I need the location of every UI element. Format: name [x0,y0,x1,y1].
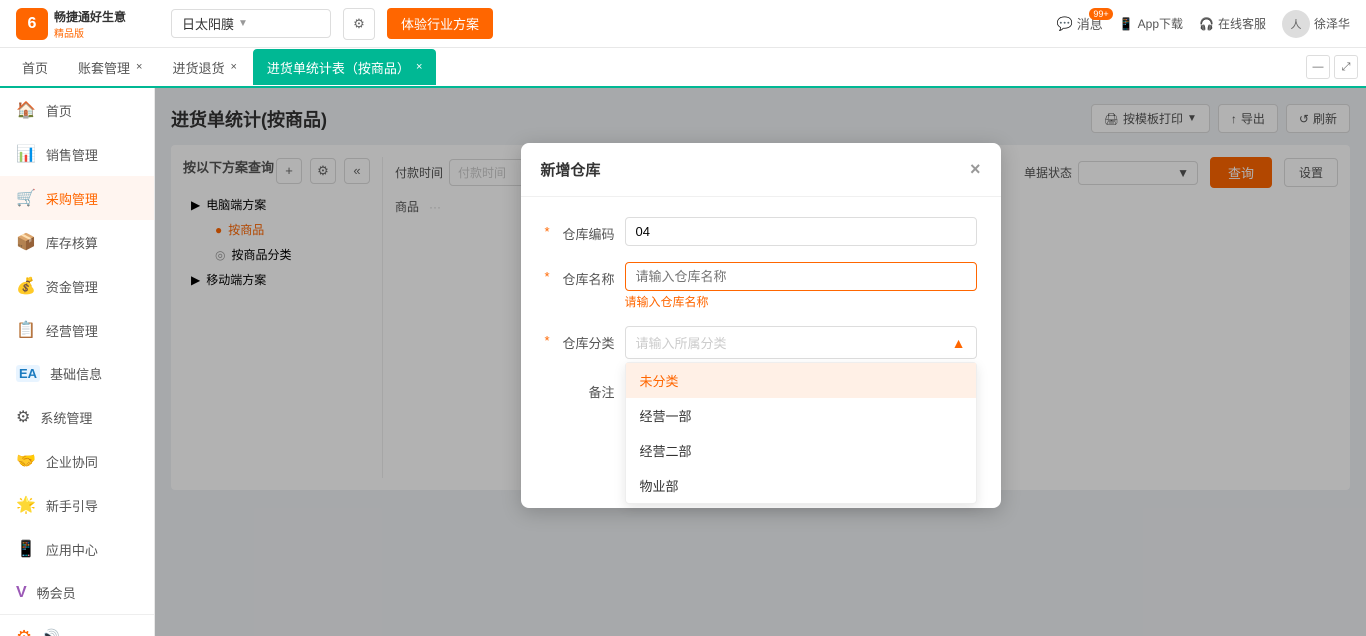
online-service-button[interactable]: 🎧 在线客服 [1199,15,1266,32]
apps-icon: 📱 [16,539,36,559]
name-error-msg: 请输入仓库名称 [625,293,977,310]
expand-tabs-button[interactable]: ⤢ [1334,55,1358,79]
top-actions: ⚙ 体验行业方案 [343,8,493,40]
sidebar-item-apps[interactable]: 📱 应用中心 [0,527,154,571]
dropdown-item-dept3[interactable]: 物业部 [626,468,976,503]
mobile-icon: 📱 [1119,17,1134,31]
purchase-icon: 🛒 [16,188,36,208]
sidebar-item-inventory[interactable]: 📦 库存核算 [0,220,154,264]
logo-text: 畅捷通好生意 精品版 [54,8,126,40]
sidebar-item-operations[interactable]: 📋 经营管理 [0,308,154,352]
sidebar-item-guide[interactable]: 🌟 新手引导 [0,483,154,527]
tab-close-icon[interactable]: × [230,61,236,73]
main-layout: 🏠 首页 📊 销售管理 🛒 采购管理 📦 库存核算 💰 资金管理 📋 经营管理 … [0,88,1366,636]
tab-purchase-return[interactable]: 进货退货 × [158,49,250,85]
sidebar-bottom: ⚙ 🔊 [0,614,154,636]
vip-icon: V [16,584,27,602]
notifications-button[interactable]: 💬 消息 99+ [1057,14,1103,33]
top-bar: 6 畅捷通好生意 精品版 日太阳膜 ▼ ⚙ 体验行业方案 💬 消息 99+ 📱 … [0,0,1366,48]
sidebar-item-vip[interactable]: V 畅会员 [0,571,154,614]
add-warehouse-modal: 新增仓库 × 仓库编码 仓库名称 [521,143,1001,508]
operations-icon: 📋 [16,320,36,340]
tab-purchase-stats[interactable]: 进货单统计表（按商品） × [253,49,436,85]
form-row-code: 仓库编码 [545,217,977,246]
tab-close-icon[interactable]: × [416,61,422,73]
sales-icon: 📊 [16,144,36,164]
enterprise-icon: 🤝 [16,451,36,471]
minimize-tabs-button[interactable]: — [1306,55,1330,79]
chevron-up-icon: ▲ [952,335,966,351]
notification-badge: 99+ [1089,8,1112,20]
name-control: 请输入仓库名称 [625,262,977,310]
app-download-button[interactable]: 📱 App下载 [1119,15,1183,32]
sidebar-item-sales[interactable]: 📊 销售管理 [0,132,154,176]
finance-icon: 💰 [16,276,36,296]
inventory-icon: 📦 [16,232,36,252]
category-dropdown: 未分类 经营一部 经营二部 物业部 [625,362,977,504]
headset-icon: 🎧 [1199,17,1214,31]
name-label: 仓库名称 [545,262,625,288]
code-input[interactable] [625,217,977,246]
sidebar-item-system[interactable]: ⚙ 系统管理 [0,395,154,439]
modal-header: 新增仓库 × [521,143,1001,197]
code-control [625,217,977,246]
tab-bar: 首页 账套管理 × 进货退货 × 进货单统计表（按商品） × — ⤢ [0,48,1366,88]
settings-bottom-icon[interactable]: ⚙ [16,627,32,636]
guide-icon: 🌟 [16,495,36,515]
code-label: 仓库编码 [545,217,625,243]
tab-close-icon[interactable]: × [136,61,142,73]
modal-body: 仓库编码 仓库名称 请输入仓库名称 [521,197,1001,440]
modal-title: 新增仓库 [541,159,601,180]
avatar: 人 [1282,10,1310,38]
tab-controls: — ⤢ [1306,55,1358,79]
user-menu[interactable]: 人 徐泽华 [1282,10,1350,38]
form-row-category: 仓库分类 请输入所属分类 ▲ 未分类 经营一部 经 [545,326,977,359]
store-selector[interactable]: 日太阳膜 ▼ [171,9,331,38]
message-icon: 💬 [1057,16,1073,32]
dropdown-arrow-icon: ▼ [238,18,248,29]
top-right: 💬 消息 99+ 📱 App下载 🎧 在线客服 人 徐泽华 [1057,10,1351,38]
sidebar: 🏠 首页 📊 销售管理 🛒 采购管理 📦 库存核算 💰 资金管理 📋 经营管理 … [0,88,155,636]
name-input[interactable] [625,262,977,291]
system-icon: ⚙ [16,407,30,427]
content-area: 进货单统计(按商品) 🖨 按模板打印 ▼ ↑ 导出 ↺ 刷新 [155,88,1366,636]
category-label: 仓库分类 [545,326,625,352]
trial-button[interactable]: 体验行业方案 [387,8,493,39]
logo-area: 6 畅捷通好生意 精品版 [16,8,171,40]
sidebar-item-finance[interactable]: 💰 资金管理 [0,264,154,308]
category-select[interactable]: 请输入所属分类 ▲ [625,326,977,359]
settings-icon[interactable]: ⚙ [343,8,375,40]
volume-icon[interactable]: 🔊 [40,628,60,636]
category-select-wrapper: 请输入所属分类 ▲ 未分类 经营一部 经营二部 物业部 [625,326,977,359]
notes-label: 备注 [545,375,625,401]
dropdown-item-dept1[interactable]: 经营一部 [626,398,976,433]
tab-accounts[interactable]: 账套管理 × [64,49,156,85]
sidebar-item-enterprise[interactable]: 🤝 企业协同 [0,439,154,483]
dropdown-item-dept2[interactable]: 经营二部 [626,433,976,468]
tab-home[interactable]: 首页 [8,49,62,85]
logo-icon: 6 [16,8,48,40]
sidebar-item-home[interactable]: 🏠 首页 [0,88,154,132]
form-row-name: 仓库名称 请输入仓库名称 [545,262,977,310]
modal-close-button[interactable]: × [970,159,981,180]
home-icon: 🏠 [16,100,36,120]
dropdown-item-uncategorized[interactable]: 未分类 [626,363,976,398]
basic-info-icon: EA [16,365,40,382]
category-control: 请输入所属分类 ▲ 未分类 经营一部 经营二部 物业部 [625,326,977,359]
sidebar-item-basic-info[interactable]: EA 基础信息 [0,352,154,395]
sidebar-item-purchase[interactable]: 🛒 采购管理 [0,176,154,220]
